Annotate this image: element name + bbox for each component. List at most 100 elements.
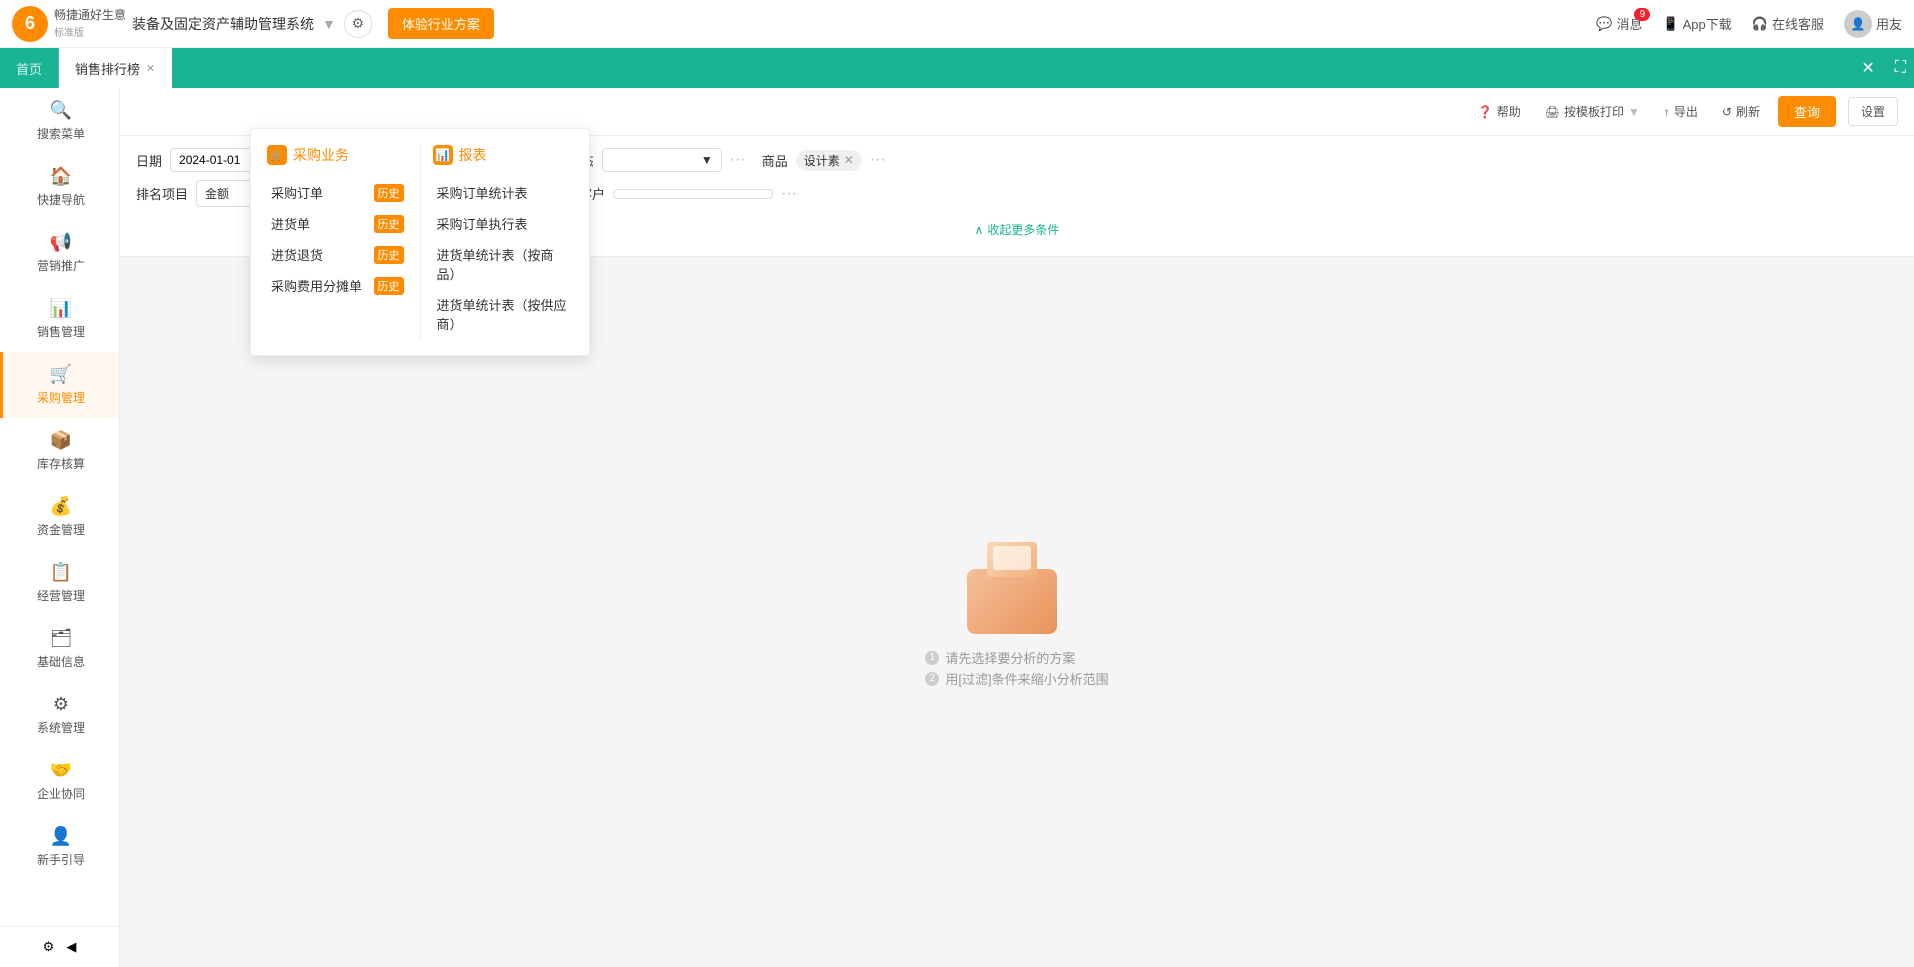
dropdown-item-expense[interactable]: 采购费用分摊单 历史 — [267, 270, 408, 301]
export-btn[interactable]: ↑ 导出 — [1658, 99, 1704, 124]
dropdown-item-po-stat[interactable]: 采购订单统计表 — [433, 177, 574, 208]
marketing-icon: 📢 — [50, 232, 72, 253]
sidebar-operation-label: 经营管理 — [37, 587, 85, 604]
search-icon: 🔍 — [50, 100, 72, 121]
export-label: 导出 — [1674, 103, 1698, 120]
dropdown-col-purchase: 🛒 采购业务 采购订单 历史 进货单 历史 进货退货 — [267, 145, 408, 339]
sidebar-finance-label: 资金管理 — [37, 521, 85, 538]
dropdown-item-return[interactable]: 进货退货 历史 — [267, 239, 408, 270]
dropdown-panel: 🛒 采购业务 采购订单 历史 进货单 历史 进货退货 — [250, 128, 590, 356]
tabbar: 首页 销售排行榜 ✕ ✕ ⛶ — [0, 48, 1914, 88]
dropdown-item-po-exec[interactable]: 采购订单执行表 — [433, 208, 574, 239]
status-dots[interactable]: ··· — [730, 151, 746, 169]
empty-text: 1 请先选择要分析的方案 2 用[过滤]条件来缩小分析范围 — [925, 646, 1108, 690]
dropdown-columns: 🛒 采购业务 采购订单 历史 进货单 历史 进货退货 — [267, 145, 573, 339]
empty-line-1: 1 请先选择要分析的方案 — [925, 648, 1108, 667]
purchase-col-icon: 🛒 — [267, 145, 287, 165]
print-label: 按模板打印 — [1564, 103, 1624, 120]
tab-home[interactable]: 首页 — [0, 48, 59, 88]
refresh-label: 刷新 — [1736, 103, 1760, 120]
goods-label: 商品 — [762, 151, 788, 170]
filter-customer: 客户 ··· — [579, 184, 797, 203]
history-badge-return: 历史 — [374, 246, 404, 264]
query-button[interactable]: 查询 — [1778, 96, 1836, 127]
collapse-arrow: ∧ — [975, 223, 984, 237]
history-badge-expense: 历史 — [374, 277, 404, 295]
refresh-icon: ↺ — [1722, 105, 1732, 119]
status-select[interactable]: ▼ — [602, 148, 722, 172]
goods-dots[interactable]: ··· — [870, 151, 886, 169]
finance-icon: 💰 — [50, 496, 72, 517]
industry-button[interactable]: 体验行业方案 — [388, 8, 494, 39]
message-icon: 💬 — [1596, 16, 1612, 32]
help-icon: ❓ — [1478, 105, 1493, 119]
help-btn[interactable]: ❓ 帮助 — [1472, 99, 1527, 124]
main-content: ❓ 帮助 🖨 按模板打印 ▼ ↑ 导出 ↺ 刷新 查询 设置 日 — [120, 88, 1914, 967]
service-label: 在线客服 — [1772, 14, 1824, 33]
tab-sales-rank-label: 销售排行榜 — [75, 59, 140, 78]
sidebar-settings-icon[interactable]: ⚙ — [43, 939, 55, 955]
message-item[interactable]: 💬 消息 9 — [1596, 14, 1642, 33]
sidebar-enterprise-label: 企业协同 — [37, 785, 85, 802]
sidebar-item-guide[interactable]: 👤 新手引导 — [0, 814, 119, 880]
sidebar-item-purchase[interactable]: 🛒 采购管理 — [0, 352, 119, 418]
system-dropdown-arrow[interactable]: ▼ — [322, 16, 336, 32]
sidebar-purchase-label: 采购管理 — [37, 389, 85, 406]
tabbar-close-icon[interactable]: ✕ — [1849, 58, 1886, 78]
sales-icon: 📊 — [50, 298, 72, 319]
goods-tag-close[interactable]: ✕ — [844, 153, 854, 167]
settings-button[interactable]: 设置 — [1848, 97, 1898, 126]
system-icon: ⚙ — [53, 694, 69, 715]
sidebar-item-marketing[interactable]: 📢 营销推广 — [0, 220, 119, 286]
tab-home-label: 首页 — [16, 59, 42, 78]
system-title-area: 装备及固定资产辅助管理系统 ▼ ⚙ 体验行业方案 — [132, 8, 494, 39]
help-label: 帮助 — [1497, 103, 1521, 120]
tabbar-expand-icon[interactable]: ⛶ — [1887, 59, 1914, 77]
message-badge: 9 — [1634, 8, 1650, 21]
sidebar-bottom: ⚙ ◀ — [0, 926, 119, 967]
sidebar-item-enterprise[interactable]: 🤝 企业协同 — [0, 748, 119, 814]
export-icon: ↑ — [1664, 105, 1670, 119]
customer-dots[interactable]: ··· — [781, 185, 797, 203]
sidebar-item-system[interactable]: ⚙ 系统管理 — [0, 682, 119, 748]
rank-label: 排名项目 — [136, 184, 188, 203]
sidebar-system-label: 系统管理 — [37, 719, 85, 736]
sidebar-item-quick[interactable]: 🏠 快捷导航 — [0, 154, 119, 220]
collapse-label: 收起更多条件 — [987, 221, 1059, 238]
sidebar-inventory-label: 库存核算 — [37, 455, 85, 472]
user-item[interactable]: 👤 用友 — [1844, 10, 1902, 38]
user-label: 用友 — [1876, 14, 1902, 33]
purchase-col-title: 🛒 采购业务 — [267, 145, 408, 165]
sidebar-collapse-icon[interactable]: ◀ — [66, 939, 76, 955]
app-download-item[interactable]: 📱 App下载 — [1662, 14, 1731, 33]
tab-sales-rank[interactable]: 销售排行榜 ✕ — [59, 48, 172, 88]
system-gear-btn[interactable]: ⚙ — [344, 10, 372, 38]
print-btn[interactable]: 🖨 按模板打印 ▼ — [1539, 99, 1646, 124]
history-badge-po: 历史 — [374, 184, 404, 202]
dropdown-item-purchase-by-goods[interactable]: 进货单统计表（按商品） — [433, 239, 574, 289]
col-divider — [420, 145, 421, 339]
topbar: 6 畅捷通好生意 标准版 装备及固定资产辅助管理系统 ▼ ⚙ 体验行业方案 💬 … — [0, 0, 1914, 48]
enterprise-icon: 🤝 — [50, 760, 72, 781]
print-arrow: ▼ — [1628, 105, 1640, 119]
sidebar-item-inventory[interactable]: 📦 库存核算 — [0, 418, 119, 484]
sidebar-item-finance[interactable]: 💰 资金管理 — [0, 484, 119, 550]
sidebar-item-sales[interactable]: 📊 销售管理 — [0, 286, 119, 352]
headset-icon: 🎧 — [1752, 16, 1768, 32]
sidebar-item-search[interactable]: 🔍 搜索菜单 — [0, 88, 119, 154]
report-col-title: 📊 报表 — [433, 145, 574, 165]
customer-select[interactable] — [613, 189, 773, 199]
sidebar-basic-label: 基础信息 — [37, 653, 85, 670]
sidebar-item-operation[interactable]: 📋 经营管理 — [0, 550, 119, 616]
tab-close-icon[interactable]: ✕ — [146, 62, 155, 75]
sidebar-item-basic[interactable]: 🗂 基础信息 — [0, 616, 119, 682]
dropdown-col-report: 📊 报表 采购订单统计表 采购订单执行表 进货单统计表（按商品） — [433, 145, 574, 339]
service-item[interactable]: 🎧 在线客服 — [1752, 14, 1824, 33]
dropdown-item-purchase-order[interactable]: 进货单 历史 — [267, 208, 408, 239]
sidebar-quick-label: 快捷导航 — [37, 191, 85, 208]
dropdown-item-po[interactable]: 采购订单 历史 — [267, 177, 408, 208]
goods-tag: 设计素 ✕ — [796, 150, 862, 171]
inventory-icon: 📦 — [50, 430, 72, 451]
refresh-btn[interactable]: ↺ 刷新 — [1716, 99, 1766, 124]
dropdown-item-purchase-by-supplier[interactable]: 进货单统计表（按供应商） — [433, 289, 574, 339]
